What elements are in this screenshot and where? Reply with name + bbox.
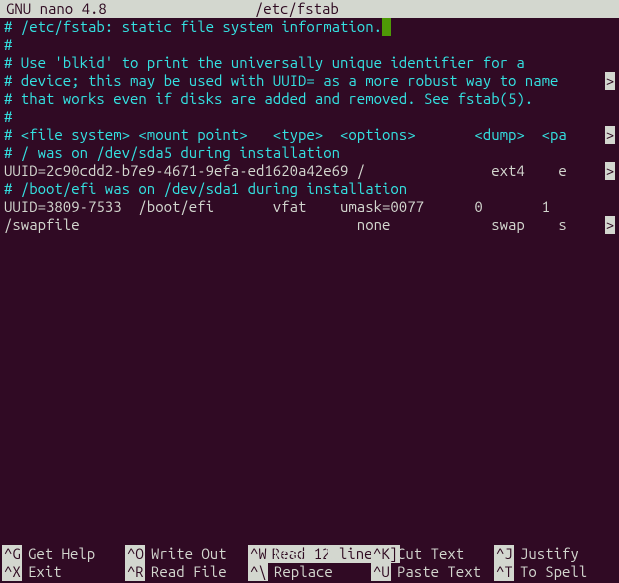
shortcut-label: Justify: [514, 545, 579, 563]
shortcut-label: Replace: [268, 563, 333, 581]
editor-line[interactable]: # / was on /dev/sda5 during installation: [4, 144, 615, 162]
editor-line[interactable]: # device; this may be used with UUID= as…: [4, 72, 615, 90]
editor-line[interactable]: UUID=2c90cdd2-b7e9-4671-9efa-ed1620a42e6…: [4, 162, 615, 180]
overflow-indicator: >: [605, 126, 615, 144]
shortcut-row-2: ^XExit^RRead File^\Replace^UPaste Text^T…: [2, 563, 617, 581]
shortcut-label: Exit: [22, 563, 62, 581]
editor-content[interactable]: # /etc/fstab: static file system informa…: [0, 18, 619, 234]
shortcut-label: Paste Text: [391, 563, 481, 581]
bottom-bar: [ Read 12 lines ] ^GGet Help^OWrite Out^…: [0, 527, 619, 583]
overflow-indicator: >: [605, 162, 615, 180]
shortcut-key: ^O: [125, 545, 145, 563]
shortcut-key: ^K: [371, 545, 391, 563]
editor-line[interactable]: #: [4, 108, 615, 126]
shortcut-2[interactable]: ^WWhere Is: [248, 545, 371, 563]
editor-line[interactable]: UUID=3809-7533 /boot/efi vfat umask=0077…: [4, 198, 615, 216]
shortcut-4[interactable]: ^JJustify: [494, 545, 617, 563]
shortcut-label: Where Is: [268, 545, 341, 563]
shortcut-key: ^U: [371, 563, 391, 581]
shortcut-0[interactable]: ^XExit: [2, 563, 125, 581]
editor-line[interactable]: /swapfile none swap s>: [4, 216, 615, 234]
shortcut-row-1: ^GGet Help^OWrite Out^WWhere Is^KCut Tex…: [2, 545, 617, 563]
shortcut-key: ^\: [248, 563, 268, 581]
shortcut-4[interactable]: ^TTo Spell: [494, 563, 617, 581]
editor-line[interactable]: # <file system> <mount point> <type> <op…: [4, 126, 615, 144]
editor-line[interactable]: #: [4, 36, 615, 54]
shortcut-key: ^X: [2, 563, 22, 581]
shortcut-label: Read File: [145, 563, 227, 581]
cursor: [382, 18, 391, 36]
shortcut-1[interactable]: ^RRead File: [125, 563, 248, 581]
app-name: GNU nano 4.8: [0, 0, 107, 18]
shortcut-key: ^G: [2, 545, 22, 563]
status-row: [ Read 12 lines ]: [2, 527, 617, 545]
shortcut-key: ^R: [125, 563, 145, 581]
file-path: /etc/fstab: [255, 0, 339, 18]
shortcut-key: ^W: [248, 545, 268, 563]
shortcut-1[interactable]: ^OWrite Out: [125, 545, 248, 563]
titlebar: GNU nano 4.8 /etc/fstab: [0, 0, 619, 18]
overflow-indicator: >: [605, 72, 615, 90]
editor-line[interactable]: # /boot/efi was on /dev/sda1 during inst…: [4, 180, 615, 198]
shortcut-label: Get Help: [22, 545, 95, 563]
editor-line[interactable]: # that works even if disks are added and…: [4, 90, 615, 108]
shortcut-label: Cut Text: [391, 545, 464, 563]
shortcut-3[interactable]: ^KCut Text: [371, 545, 494, 563]
shortcut-label: Write Out: [145, 545, 227, 563]
editor-line[interactable]: # Use 'blkid' to print the universally u…: [4, 54, 615, 72]
editor-line[interactable]: # /etc/fstab: static file system informa…: [4, 18, 615, 36]
shortcut-key: ^T: [494, 563, 514, 581]
shortcut-0[interactable]: ^GGet Help: [2, 545, 125, 563]
overflow-indicator: >: [605, 216, 615, 234]
shortcut-key: ^J: [494, 545, 514, 563]
shortcut-label: To Spell: [514, 563, 587, 581]
shortcut-2[interactable]: ^\Replace: [248, 563, 371, 581]
shortcut-3[interactable]: ^UPaste Text: [371, 563, 494, 581]
